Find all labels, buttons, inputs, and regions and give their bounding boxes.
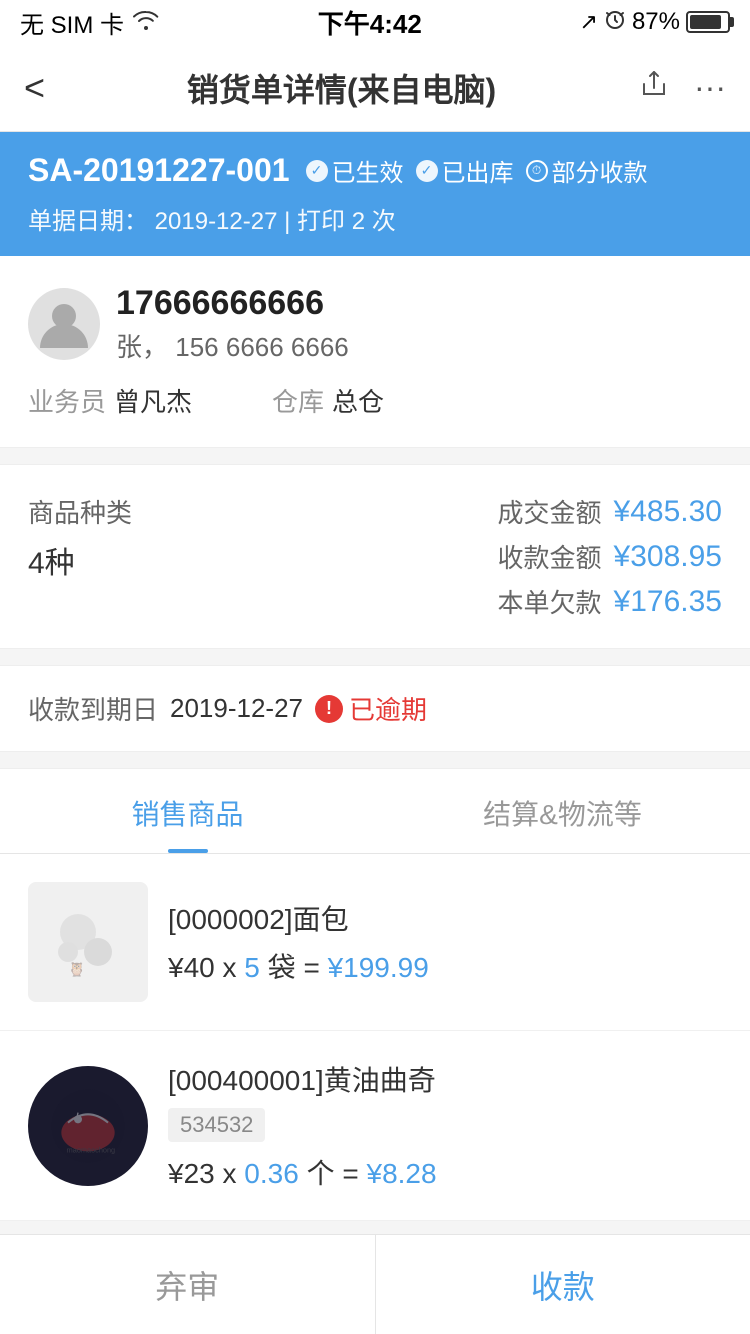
received-label: 收款金额 <box>498 538 602 575</box>
owed-value: ¥176.35 <box>614 585 722 619</box>
summary-section: 商品种类 4种 成交金额 ¥485.30 收款金额 ¥308.95 本单欠款 ¥… <box>0 464 750 649</box>
overdue-icon: ! <box>315 695 343 723</box>
svg-text:🦉: 🦉 <box>68 961 85 978</box>
print-count: 2 <box>352 208 365 235</box>
deal-amount-label: 成交金额 <box>498 493 602 530</box>
check-icon-1: ✓ <box>306 160 328 182</box>
nav-bar: < 销货单详情(来自电脑) ··· <box>0 44 750 132</box>
staff-name: 曾凡杰 <box>114 382 192 419</box>
share-button[interactable] <box>638 68 670 108</box>
status-badges: ✓ 已生效 ✓ 已出库 ⏱ 部分收款 <box>306 153 648 188</box>
tab-products[interactable]: 销售商品 <box>0 769 375 853</box>
due-date-value: 2019-12-27 <box>170 693 303 724</box>
status-bar-right: ↗ 87% <box>580 8 730 37</box>
alarm-icon <box>604 8 626 37</box>
tab-settlement[interactable]: 结算&物流等 <box>375 769 750 853</box>
product-price-2: ¥23 x 0.36 个 = ¥8.28 <box>168 1152 722 1192</box>
badge-shipped: ✓ 已出库 <box>416 153 514 188</box>
owed-label: 本单欠款 <box>498 583 602 620</box>
location-icon: ↗ <box>580 9 598 35</box>
customer-name-phone: 张， 156 6666 6666 <box>116 327 722 364</box>
confirm-button[interactable]: 收款 <box>376 1235 750 1334</box>
order-date-value: 2019-12-27 <box>155 208 278 235</box>
received-value: ¥308.95 <box>614 540 722 574</box>
order-header: SA-20191227-001 ✓ 已生效 ✓ 已出库 ⏱ 部分收款 单据日期：… <box>0 132 750 256</box>
more-button[interactable]: ··· <box>694 69 726 106</box>
bottom-bar: 弃审 收款 <box>0 1234 750 1334</box>
status-bar: 无 SIM 卡 下午4:42 ↗ 87% <box>0 0 750 44</box>
list-item: 🦉 [0000002]面包 ¥40 x 5 袋 = ¥199.99 <box>0 854 750 1031</box>
product-name-2: [000400001]黄油曲奇 <box>168 1059 722 1099</box>
overdue-badge: ! 已逾期 <box>315 690 427 727</box>
badge-activated: ✓ 已生效 <box>306 153 404 188</box>
battery-icon <box>686 11 730 33</box>
status-bar-left: 无 SIM 卡 <box>20 5 160 40</box>
battery-percentage: 87% <box>632 8 680 36</box>
product-image-2: maomaochong <box>28 1066 148 1186</box>
category-value: 4种 <box>28 538 132 582</box>
product-list: 🦉 [0000002]面包 ¥40 x 5 袋 = ¥199.99 <box>0 854 750 1221</box>
product-name-1: [0000002]面包 <box>168 898 722 938</box>
order-id: SA-20191227-001 <box>28 152 290 189</box>
customer-section: 17666666666 张， 156 6666 6666 业务员 曾凡杰 仓库 … <box>0 256 750 448</box>
page-title: 销货单详情(来自电脑) <box>187 65 496 111</box>
due-section: 收款到期日 2019-12-27 ! 已逾期 <box>0 665 750 752</box>
check-icon-2: ✓ <box>416 160 438 182</box>
badge-partial: ⏱ 部分收款 <box>526 153 648 188</box>
cancel-button[interactable]: 弃审 <box>0 1235 376 1334</box>
product-info-2: [000400001]黄油曲奇 534532 ¥23 x 0.36 个 = ¥8… <box>168 1059 722 1192</box>
warehouse-label: 仓库 <box>272 382 324 419</box>
status-bar-time: 下午4:42 <box>318 4 422 41</box>
category-label: 商品种类 <box>28 493 132 530</box>
order-date-row: 单据日期： 2019-12-27 | 打印 2 次 <box>28 201 722 236</box>
deal-amount-value: ¥485.30 <box>614 495 722 529</box>
back-button[interactable]: < <box>24 67 45 109</box>
due-label: 收款到期日 <box>28 690 158 727</box>
avatar <box>28 288 100 360</box>
customer-id: 17666666666 <box>116 284 722 323</box>
nav-actions: ··· <box>638 68 726 108</box>
order-date-label: 单据日期： <box>28 208 148 235</box>
warehouse-name: 总仓 <box>332 382 384 419</box>
product-image-1: 🦉 <box>28 882 148 1002</box>
svg-text:maomaochong: maomaochong <box>67 1145 115 1154</box>
clock-icon: ⏱ <box>526 160 548 182</box>
tabs-section: 销售商品 结算&物流等 <box>0 768 750 854</box>
print-label: | 打印 <box>284 208 345 235</box>
wifi-icon <box>132 8 160 37</box>
staff-label: 业务员 <box>28 382 106 419</box>
product-info-1: [0000002]面包 ¥40 x 5 袋 = ¥199.99 <box>168 898 722 986</box>
tabs-row: 销售商品 结算&物流等 <box>0 769 750 854</box>
print-suffix: 次 <box>372 208 396 235</box>
product-batch-2: 534532 <box>168 1108 265 1142</box>
overdue-text: 已逾期 <box>349 690 427 727</box>
carrier-text: 无 SIM 卡 <box>20 5 124 40</box>
product-price-1: ¥40 x 5 袋 = ¥199.99 <box>168 946 722 986</box>
list-item: maomaochong [000400001]黄油曲奇 534532 ¥23 x… <box>0 1031 750 1221</box>
